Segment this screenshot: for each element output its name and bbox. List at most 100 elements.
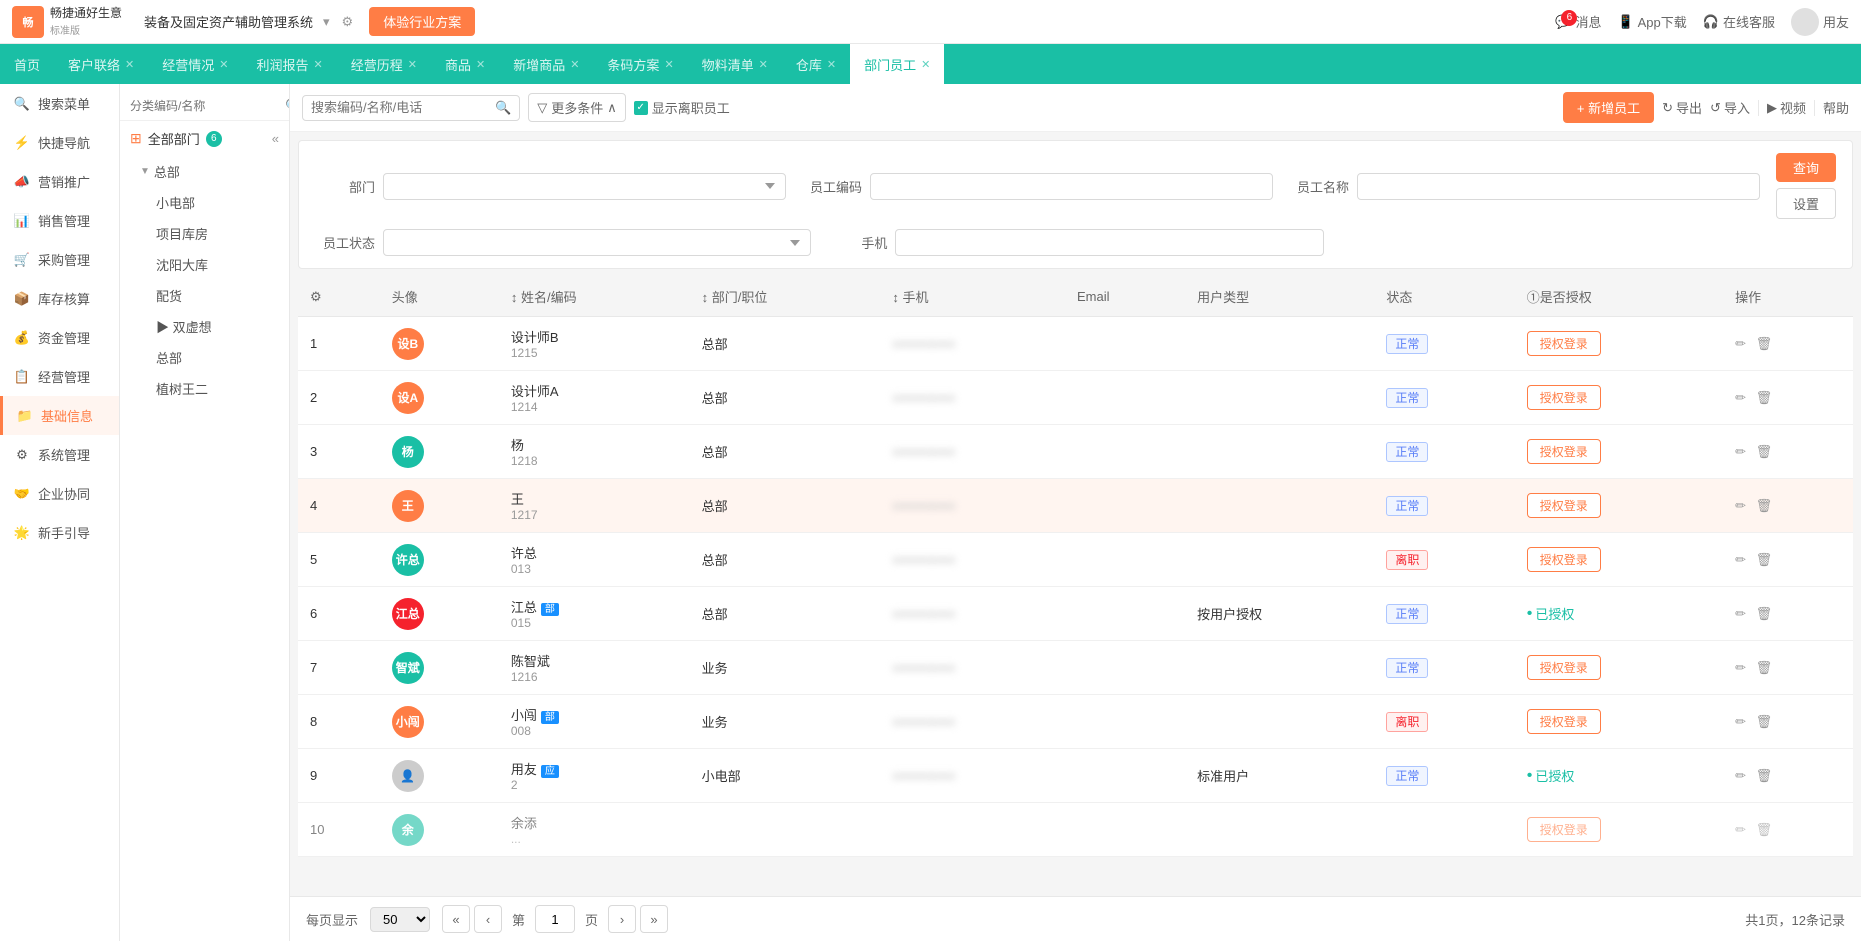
col-settings[interactable]: ⚙ <box>298 277 380 317</box>
sidebar-item-销售管理[interactable]: 📊销售管理 <box>0 201 119 240</box>
nav-tab-物料清单[interactable]: 物料清单 ✕ <box>688 44 782 84</box>
tree-node-▶ 双虚想[interactable]: ▶ 双虚想 <box>120 311 289 342</box>
close-icon[interactable]: ✕ <box>125 58 134 71</box>
sidebar-item-采购管理[interactable]: 🛒采购管理 <box>0 240 119 279</box>
col-phone[interactable]: ↕ 手机 <box>880 277 1065 317</box>
tree-node-植树王二[interactable]: 植树王二 <box>120 373 289 404</box>
gear-icon[interactable]: ⚙ <box>342 14 354 30</box>
tree-collapse-icon[interactable]: « <box>272 131 279 146</box>
add-employee-button[interactable]: + 新增员工 <box>1563 92 1654 123</box>
delete-icon[interactable]: 🗑 <box>1756 498 1773 513</box>
close-icon[interactable]: ✕ <box>664 58 673 71</box>
nav-tab-商品[interactable]: 商品 ✕ <box>431 44 499 84</box>
nav-tab-条码方案[interactable]: 条码方案 ✕ <box>593 44 687 84</box>
nav-tab-首页[interactable]: 首页 <box>0 44 54 84</box>
close-icon[interactable]: ✕ <box>759 58 768 71</box>
sidebar-item-资金管理[interactable]: 💰资金管理 <box>0 318 119 357</box>
auth-button[interactable]: 授权登录 <box>1527 439 1601 464</box>
service-btn[interactable]: 🎧 在线客服 <box>1703 12 1775 31</box>
view-button[interactable]: ▶ 视频 <box>1767 98 1806 117</box>
edit-icon[interactable]: ✏ <box>1735 336 1746 351</box>
delete-icon[interactable]: 🗑 <box>1756 336 1773 351</box>
sidebar-item-经营管理[interactable]: 📋经营管理 <box>0 357 119 396</box>
tree-node-项目库房[interactable]: 项目库房 <box>120 218 289 249</box>
nav-tab-经营历程[interactable]: 经营历程 ✕ <box>337 44 431 84</box>
edit-icon[interactable]: ✏ <box>1735 552 1746 567</box>
tree-node-总部[interactable]: 总部 <box>120 342 289 373</box>
trial-button[interactable]: 体验行业方案 <box>369 7 475 36</box>
auth-button[interactable]: 授权登录 <box>1527 385 1601 410</box>
delete-icon[interactable]: 🗑 <box>1756 768 1773 783</box>
tree-node-沈阳大库[interactable]: 沈阳大库 <box>120 249 289 280</box>
auth-button[interactable]: 授权登录 <box>1527 493 1601 518</box>
tree-node-总部[interactable]: ▼ 总部 <box>120 156 289 187</box>
emp-name-input[interactable] <box>1357 173 1760 200</box>
edit-icon[interactable]: ✏ <box>1735 444 1746 459</box>
close-icon[interactable]: ✕ <box>570 58 579 71</box>
col-dept[interactable]: ↕ 部门/职位 <box>690 277 881 317</box>
edit-icon[interactable]: ✏ <box>1735 768 1746 783</box>
next-page-btn[interactable]: › <box>608 905 636 933</box>
phone-input[interactable] <box>895 229 1323 256</box>
close-icon[interactable]: ✕ <box>219 58 228 71</box>
first-page-btn[interactable]: « <box>442 905 470 933</box>
delete-icon[interactable]: 🗑 <box>1756 714 1773 729</box>
delete-icon[interactable]: 🗑 <box>1756 444 1773 459</box>
query-button[interactable]: 查询 <box>1776 153 1836 182</box>
tree-node-小电部[interactable]: 小电部 <box>120 187 289 218</box>
tree-node-配货[interactable]: 配货 <box>120 280 289 311</box>
delete-icon[interactable]: 🗑 <box>1756 822 1773 837</box>
export-button[interactable]: ↻ 导出 <box>1662 98 1702 117</box>
delete-icon[interactable]: 🗑 <box>1756 606 1773 621</box>
sidebar-item-新手引导[interactable]: 🌟新手引导 <box>0 513 119 552</box>
sidebar-item-营销推广[interactable]: 📣营销推广 <box>0 162 119 201</box>
nav-tab-仓库[interactable]: 仓库 ✕ <box>782 44 850 84</box>
nav-tab-新增商品[interactable]: 新增商品 ✕ <box>499 44 593 84</box>
nav-tab-利润报告[interactable]: 利润报告 ✕ <box>242 44 336 84</box>
prev-page-btn[interactable]: ‹ <box>474 905 502 933</box>
page-number-input[interactable] <box>535 905 575 933</box>
sidebar-item-系统管理[interactable]: ⚙系统管理 <box>0 435 119 474</box>
edit-icon[interactable]: ✏ <box>1735 390 1746 405</box>
reset-button[interactable]: 设置 <box>1776 188 1836 219</box>
show-resigned-toggle[interactable]: ✓ 显示离职员工 <box>634 98 730 117</box>
edit-icon[interactable]: ✏ <box>1735 660 1746 675</box>
close-icon[interactable]: ✕ <box>408 58 417 71</box>
close-icon[interactable]: ✕ <box>921 58 930 71</box>
edit-icon[interactable]: ✏ <box>1735 606 1746 621</box>
app-download-btn[interactable]: 📱 App下载 <box>1617 12 1686 31</box>
auth-button[interactable]: 授权登录 <box>1527 817 1601 842</box>
auth-button[interactable]: 授权登录 <box>1527 547 1601 572</box>
help-button[interactable]: 帮助 <box>1823 98 1849 117</box>
edit-icon[interactable]: ✏ <box>1735 714 1746 729</box>
page-size-select[interactable]: 50 20 100 <box>370 907 430 932</box>
search-input[interactable] <box>311 100 491 115</box>
system-dropdown-arrow[interactable]: ▾ <box>323 14 330 30</box>
edit-icon[interactable]: ✏ <box>1735 822 1746 837</box>
close-icon[interactable]: ✕ <box>476 58 485 71</box>
emp-code-input[interactable] <box>870 173 1273 200</box>
sidebar-item-搜索菜单[interactable]: 🔍搜索菜单 <box>0 84 119 123</box>
auth-button[interactable]: 授权登录 <box>1527 709 1601 734</box>
col-name[interactable]: ↕ 姓名/编码 <box>499 277 690 317</box>
emp-status-select[interactable] <box>383 229 811 256</box>
tree-search-input[interactable] <box>130 99 285 113</box>
sidebar-item-企业协同[interactable]: 🤝企业协同 <box>0 474 119 513</box>
sidebar-item-库存核算[interactable]: 📦库存核算 <box>0 279 119 318</box>
close-icon[interactable]: ✕ <box>827 58 836 71</box>
auth-button[interactable]: 授权登录 <box>1527 331 1601 356</box>
nav-tab-经营情况[interactable]: 经营情况 ✕ <box>148 44 242 84</box>
user-menu[interactable]: 用友 <box>1791 8 1849 36</box>
import-button[interactable]: ↺ 导入 <box>1710 98 1750 117</box>
delete-icon[interactable]: 🗑 <box>1756 390 1773 405</box>
nav-tab-客户联络[interactable]: 客户联络 ✕ <box>54 44 148 84</box>
filter-btn[interactable]: ▽ 更多条件 ∧ <box>528 93 626 122</box>
message-btn[interactable]: 💬 6 消息 <box>1555 12 1601 31</box>
delete-icon[interactable]: 🗑 <box>1756 660 1773 675</box>
close-icon[interactable]: ✕ <box>314 58 323 71</box>
nav-tab-部门员工[interactable]: 部门员工 ✕ <box>850 44 944 84</box>
last-page-btn[interactable]: » <box>640 905 668 933</box>
dept-select[interactable] <box>383 173 786 200</box>
auth-button[interactable]: 授权登录 <box>1527 655 1601 680</box>
delete-icon[interactable]: 🗑 <box>1756 552 1773 567</box>
